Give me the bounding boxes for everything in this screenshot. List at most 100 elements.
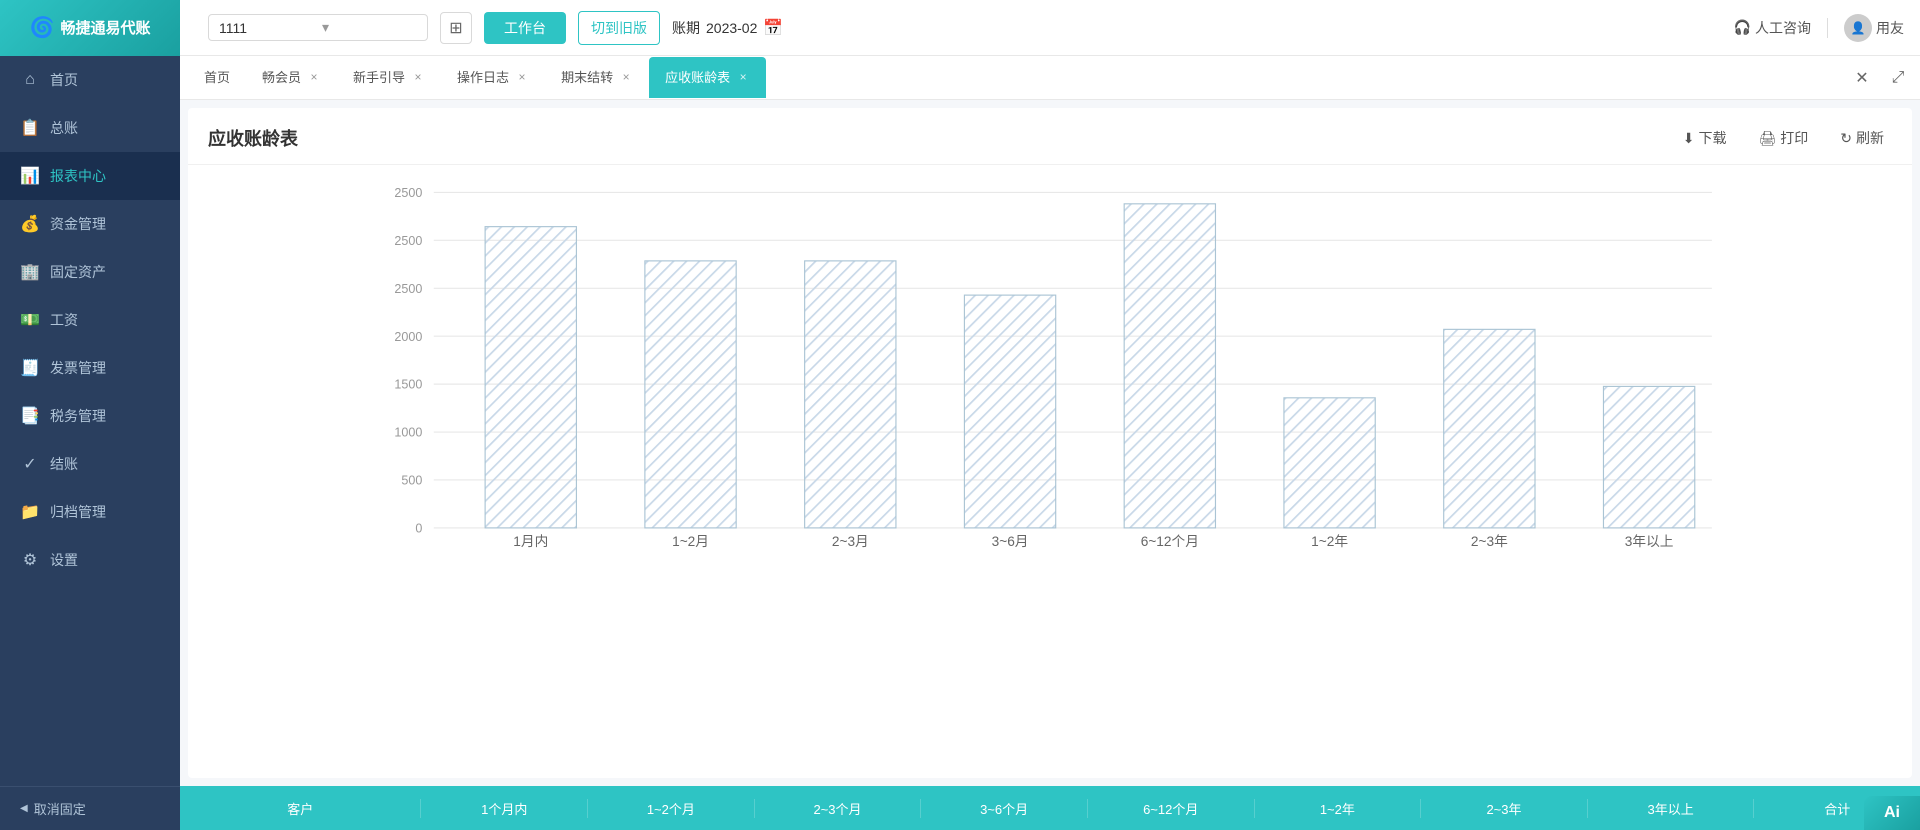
bar-8	[1603, 386, 1694, 528]
header-right: 🎧 人工咨询 👤 用友	[1734, 14, 1904, 42]
invoice-icon: 🧾	[20, 358, 40, 378]
tab-guide[interactable]: 新手引导 ×	[337, 57, 441, 98]
tab-oplog-label: 操作日志	[457, 67, 509, 86]
svg-text:1~2年: 1~2年	[1311, 534, 1348, 549]
svg-text:2500: 2500	[394, 282, 422, 296]
cancel-pin-button[interactable]: ◀ 取消固定	[0, 786, 180, 830]
sidebar-scroll: ⌂ 首页 📋 总账 📊 报表中心 💰 资金管理 🏢 固定资产 💵	[0, 56, 180, 786]
tab-guide-close[interactable]: ×	[411, 70, 425, 84]
sidebar-label-tax: 税务管理	[50, 406, 106, 426]
download-button[interactable]: ⬇ 下载	[1675, 124, 1735, 152]
sidebar-item-report[interactable]: 📊 报表中心	[0, 152, 180, 200]
svg-text:500: 500	[401, 474, 422, 488]
divider	[1827, 18, 1828, 38]
consult-button[interactable]: 🎧 人工咨询	[1734, 18, 1811, 38]
tab-home-label: 首页	[204, 67, 230, 86]
main-layout: ⌂ 首页 📋 总账 📊 报表中心 💰 资金管理 🏢 固定资产 💵	[0, 56, 1920, 830]
tab-guide-label: 新手引导	[353, 67, 405, 86]
avatar: 👤	[1844, 14, 1872, 42]
download-icon: ⬇	[1683, 130, 1695, 147]
tab-period-close-close[interactable]: ×	[619, 70, 633, 84]
salary-icon: 💵	[20, 310, 40, 330]
sidebar-label-salary: 工资	[50, 310, 78, 330]
sidebar-item-invoice[interactable]: 🧾 发票管理	[0, 344, 180, 392]
report-icon: 📊	[20, 166, 40, 186]
svg-text:6~12个月: 6~12个月	[1141, 534, 1199, 549]
tab-home[interactable]: 首页	[188, 57, 246, 98]
svg-text:2500: 2500	[394, 234, 422, 248]
company-selector[interactable]: 1111 ▾	[208, 14, 428, 41]
consult-label: 人工咨询	[1755, 18, 1811, 38]
tab-aging-close[interactable]: ×	[736, 70, 750, 84]
period-value: 2023-02	[706, 20, 757, 36]
svg-text:2500: 2500	[394, 186, 422, 200]
tax-icon: 📑	[20, 406, 40, 426]
tab-period-close[interactable]: 期末结转 ×	[545, 57, 649, 98]
fund-icon: 💰	[20, 214, 40, 234]
calendar-icon[interactable]: 📅	[763, 18, 783, 38]
bar-chart: 2500 2500 2500 2000 1500 1000 500 0	[208, 181, 1892, 569]
copy-button[interactable]: ⊞	[440, 12, 472, 44]
sidebar-item-tax[interactable]: 📑 税务管理	[0, 392, 180, 440]
page-actions: ⬇ 下载 🖨 打印 ↻ 刷新	[1675, 124, 1892, 152]
sidebar-label-settings: 设置	[50, 550, 78, 570]
bar-3	[805, 261, 896, 528]
print-button[interactable]: 🖨 打印	[1750, 124, 1816, 152]
page-content: 应收账龄表 ⬇ 下载 🖨 打印 ↻ 刷新	[188, 108, 1912, 778]
sidebar-item-asset[interactable]: 🏢 固定资产	[0, 248, 180, 296]
svg-text:1000: 1000	[394, 426, 422, 440]
th-2-3year: 2~3年	[1421, 799, 1588, 818]
tab-oplog[interactable]: 操作日志 ×	[441, 57, 545, 98]
sidebar-item-salary[interactable]: 💵 工资	[0, 296, 180, 344]
sidebar-item-home[interactable]: ⌂ 首页	[0, 56, 180, 104]
th-1month: 1个月内	[421, 799, 588, 818]
th-3-6month: 3~6个月	[921, 799, 1088, 818]
svg-text:2~3月: 2~3月	[832, 534, 869, 549]
tab-oplog-close[interactable]: ×	[515, 70, 529, 84]
tabs-bar: 首页 畅会员 × 新手引导 × 操作日志 × 期末结转 × 应收账龄表 ×	[180, 56, 1920, 100]
logo-text: 畅捷通易代账	[60, 17, 150, 38]
sidebar-label-fund: 资金管理	[50, 214, 106, 234]
tab-member-label: 畅会员	[262, 67, 301, 86]
chart-area: 2500 2500 2500 2000 1500 1000 500 0	[188, 165, 1912, 585]
settings-icon: ⚙	[20, 550, 40, 570]
refresh-button[interactable]: ↻ 刷新	[1832, 124, 1892, 152]
close-tab-button[interactable]: ✕	[1848, 64, 1876, 92]
cancel-pin-label: 取消固定	[34, 799, 86, 818]
svg-text:3~6月: 3~6月	[992, 534, 1029, 549]
th-2-3month: 2~3个月	[755, 799, 922, 818]
bar-5	[1124, 204, 1215, 528]
user-menu[interactable]: 👤 用友	[1844, 14, 1904, 42]
workbench-button[interactable]: 工作台	[484, 12, 566, 44]
ledger-icon: 📋	[20, 118, 40, 138]
checkout-icon: ✓	[20, 454, 40, 474]
ai-badge[interactable]: Ai	[1864, 796, 1920, 830]
tab-aging[interactable]: 应收账龄表 ×	[649, 57, 766, 98]
th-6-12month: 6~12个月	[1088, 799, 1255, 818]
sidebar-label-report: 报表中心	[50, 166, 106, 186]
sidebar-label-checkout: 结账	[50, 454, 78, 474]
table-header: 客户 1个月内 1~2个月 2~3个月 3~6个月 6~12个月 1~2年 2~…	[180, 786, 1920, 830]
logo-icon: 🌀	[30, 15, 55, 40]
switch-version-button[interactable]: 切到旧版	[578, 11, 660, 45]
svg-text:2000: 2000	[394, 330, 422, 344]
company-name: 1111	[219, 20, 314, 36]
svg-text:0: 0	[415, 521, 422, 535]
bar-2	[645, 261, 736, 528]
th-1-2year: 1~2年	[1255, 799, 1422, 818]
sidebar-item-settings[interactable]: ⚙ 设置	[0, 536, 180, 584]
tab-member[interactable]: 畅会员 ×	[246, 57, 337, 98]
period-label: 账期	[672, 18, 700, 38]
tab-aging-label: 应收账龄表	[665, 67, 730, 86]
sidebar-item-fund[interactable]: 💰 资金管理	[0, 200, 180, 248]
svg-text:1500: 1500	[394, 378, 422, 392]
expand-tab-button[interactable]: ⤢	[1884, 64, 1912, 92]
sidebar-item-checkout[interactable]: ✓ 结账	[0, 440, 180, 488]
sidebar-item-ledger[interactable]: 📋 总账	[0, 104, 180, 152]
svg-text:1月内: 1月内	[513, 534, 548, 549]
tabs-actions: ✕ ⤢	[1848, 64, 1912, 92]
download-label: 下载	[1698, 128, 1726, 148]
tab-member-close[interactable]: ×	[307, 70, 321, 84]
sidebar-item-archive[interactable]: 📁 归档管理	[0, 488, 180, 536]
ai-label: Ai	[1884, 804, 1900, 821]
